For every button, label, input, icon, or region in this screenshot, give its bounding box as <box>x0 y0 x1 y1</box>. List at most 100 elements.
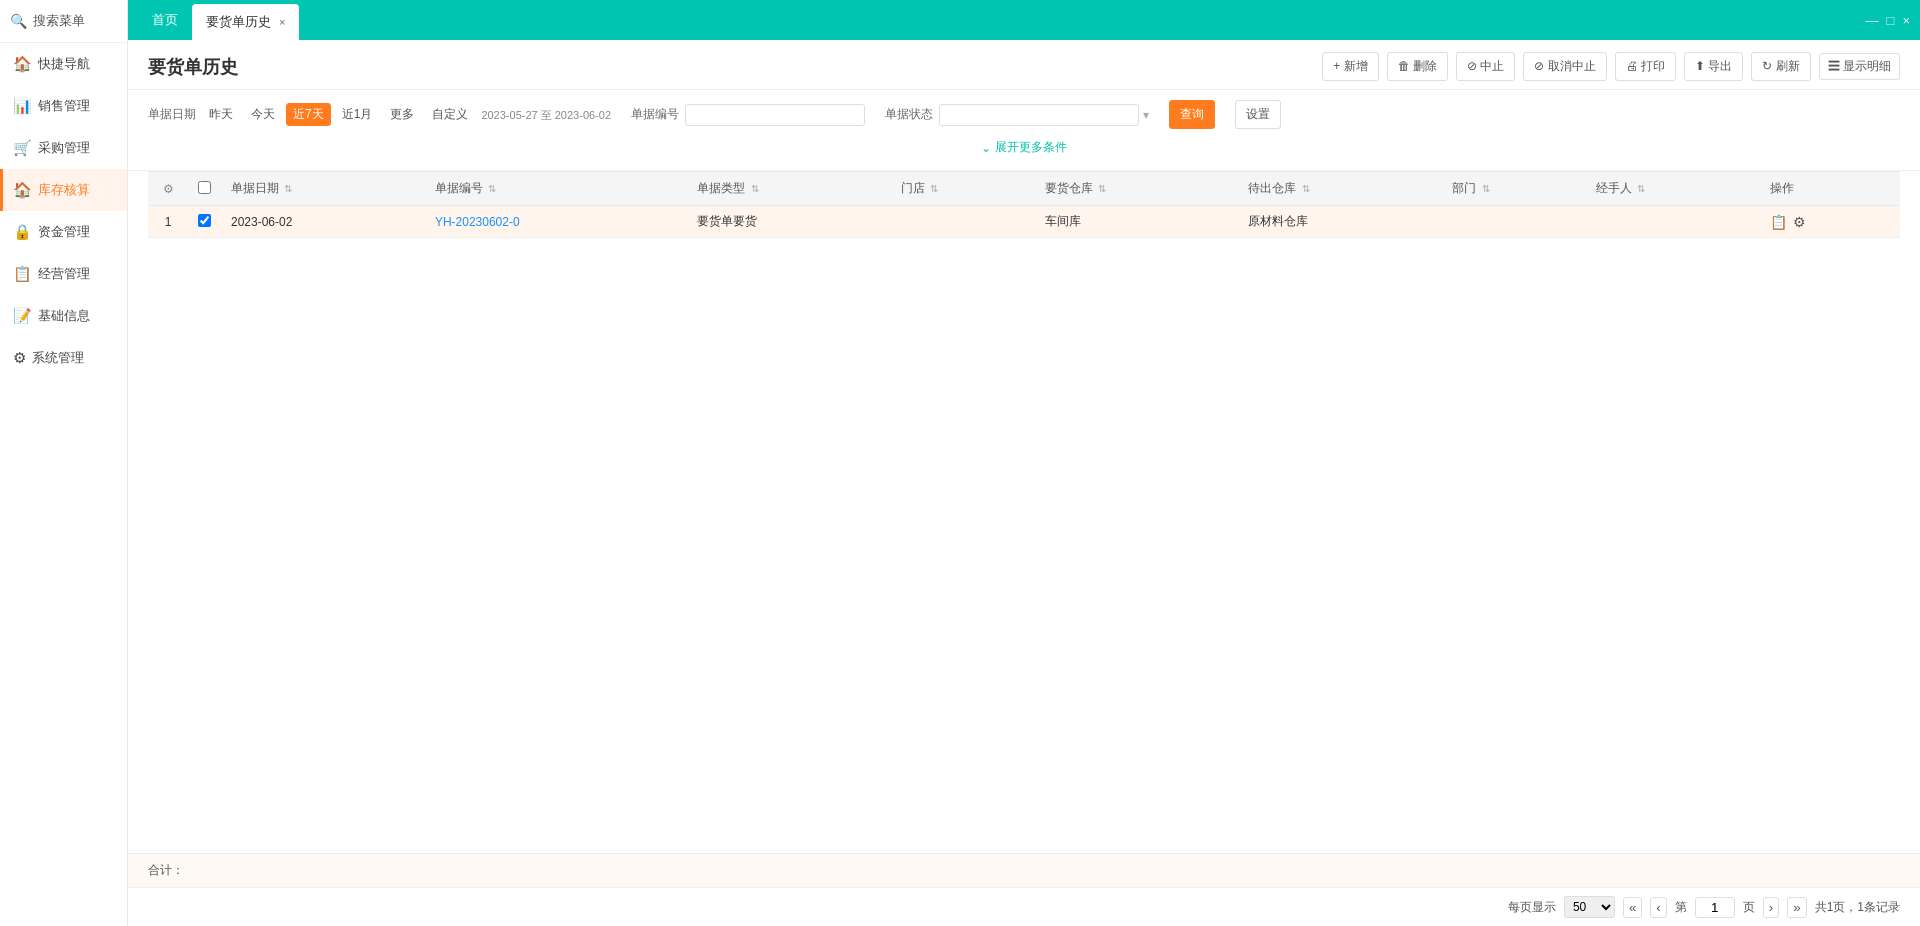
data-table: ⚙ 单据日期 ⇅ 单据编号 ⇅ <box>148 171 1900 238</box>
minimize-button[interactable]: — <box>1866 13 1879 28</box>
sidebar-item-inventory[interactable]: 🏠 库存核算 <box>0 169 127 211</box>
sidebar-item-label: 资金管理 <box>38 223 90 241</box>
purchase-icon: 🛒 <box>13 139 32 157</box>
row-department <box>1442 206 1586 238</box>
col-checkbox <box>188 172 221 206</box>
page-label: 第 <box>1675 899 1687 916</box>
finance-icon: 🔒 <box>13 223 32 241</box>
filter-area: 单据日期 昨天 今天 近7天 近1月 更多 自定义 2023-05-27 至 2… <box>128 90 1920 171</box>
print-button[interactable]: 🖨 打印 <box>1615 52 1676 81</box>
sidebar-item-quick-nav[interactable]: 🏠 快捷导航 <box>0 43 127 85</box>
date-btn-today[interactable]: 今天 <box>244 103 282 126</box>
tab-active-label: 要货单历史 <box>206 13 271 31</box>
date-btn-more[interactable]: 更多 <box>383 103 421 126</box>
row-order-no: YH-20230602-0 <box>425 206 687 238</box>
tab-home-label: 首页 <box>152 11 178 29</box>
total-label: 合计： <box>148 862 184 879</box>
col-store[interactable]: 门店 ⇅ <box>891 172 1035 206</box>
col-handler[interactable]: 经手人 ⇅ <box>1586 172 1760 206</box>
settings-button[interactable]: 设置 <box>1235 100 1281 129</box>
total-info: 共1页，1条记录 <box>1815 899 1900 916</box>
date-btn-last7days[interactable]: 近7天 <box>286 103 331 126</box>
date-label: 单据日期 <box>148 106 196 123</box>
page-size-select[interactable]: 50 10 20 100 <box>1564 896 1615 918</box>
cancel-suspend-button[interactable]: ⊘ 取消中止 <box>1523 52 1606 81</box>
sidebar-item-label: 销售管理 <box>38 97 90 115</box>
row-operation-cell: 📋 ⚙ <box>1760 206 1900 238</box>
filter-row-1: 单据日期 昨天 今天 近7天 近1月 更多 自定义 2023-05-27 至 2… <box>148 100 1900 129</box>
suspend-button[interactable]: ⊘ 中止 <box>1456 52 1515 81</box>
date-btn-yesterday[interactable]: 昨天 <box>202 103 240 126</box>
page-suffix: 页 <box>1743 899 1755 916</box>
col-department-label: 部门 <box>1452 181 1476 195</box>
col-req-warehouse[interactable]: 要货仓库 ⇅ <box>1035 172 1239 206</box>
expand-more-btn[interactable]: ⌄ 展开更多条件 <box>148 135 1900 160</box>
row-date: 2023-06-02 <box>221 206 425 238</box>
prev-page-button[interactable]: ‹ <box>1650 897 1666 918</box>
refresh-button[interactable]: ↻ 刷新 <box>1751 52 1810 81</box>
next-page-button[interactable]: › <box>1763 897 1779 918</box>
sidebar-item-operation[interactable]: 📋 经营管理 <box>0 253 127 295</box>
page-number-input[interactable] <box>1695 897 1735 918</box>
expand-label: 展开更多条件 <box>995 139 1067 156</box>
row-detail-icon[interactable]: ⚙ <box>1793 214 1806 230</box>
maximize-button[interactable]: □ <box>1887 13 1895 28</box>
select-all-checkbox[interactable] <box>198 181 211 194</box>
sales-icon: 📊 <box>13 97 32 115</box>
window-close-button[interactable]: × <box>1902 13 1910 28</box>
export-button[interactable]: ⬆ 导出 <box>1684 52 1743 81</box>
sidebar-search[interactable]: 🔍 搜索菜单 <box>0 0 127 43</box>
page-header: 要货单历史 + 新增 🗑 删除 ⊘ 中止 ⊘ 取消中止 🖨 打印 ⬆ 导出 ↻ … <box>128 40 1920 90</box>
status-select[interactable] <box>939 104 1139 126</box>
add-button[interactable]: + 新增 <box>1322 52 1378 81</box>
col-order-type[interactable]: 单据类型 ⇅ <box>687 172 891 206</box>
status-label: 单据状态 <box>885 106 933 123</box>
status-dropdown-icon[interactable]: ▾ <box>1143 108 1149 122</box>
inventory-icon: 🏠 <box>13 181 32 199</box>
delete-button[interactable]: 🗑 删除 <box>1387 52 1448 81</box>
display-detail-button[interactable]: ☰ 显示明细 <box>1819 53 1900 80</box>
order-no-label: 单据编号 <box>631 106 679 123</box>
col-operation-label: 操作 <box>1770 181 1794 195</box>
first-page-button[interactable]: « <box>1623 897 1642 918</box>
row-pending-warehouse: 原材料仓库 <box>1238 206 1442 238</box>
page-size-label: 每页显示 <box>1508 899 1556 916</box>
sidebar-item-system[interactable]: ⚙ 系统管理 <box>0 337 127 379</box>
sort-order-no-icon: ⇅ <box>488 183 496 194</box>
date-btn-last1month[interactable]: 近1月 <box>335 103 380 126</box>
col-pending-warehouse[interactable]: 待出仓库 ⇅ <box>1238 172 1442 206</box>
col-date[interactable]: 单据日期 ⇅ <box>221 172 425 206</box>
sidebar-item-label: 快捷导航 <box>38 55 90 73</box>
row-num: 1 <box>148 206 188 238</box>
sidebar-item-label: 库存核算 <box>38 181 90 199</box>
col-order-no[interactable]: 单据编号 ⇅ <box>425 172 687 206</box>
system-icon: ⚙ <box>13 349 26 367</box>
sidebar-item-basic-info[interactable]: 📝 基础信息 <box>0 295 127 337</box>
col-handler-label: 经手人 <box>1596 181 1632 195</box>
row-edit-icon[interactable]: 📋 <box>1770 214 1787 230</box>
row-checkbox-cell <box>188 206 221 238</box>
topbar: 首页 要货单历史 × — □ × <box>128 0 1920 40</box>
table-wrapper: ⚙ 单据日期 ⇅ 单据编号 ⇅ <box>128 171 1920 853</box>
status-filter: 单据状态 ▾ <box>885 104 1149 126</box>
row-action-icons: 📋 ⚙ <box>1770 214 1890 230</box>
col-department[interactable]: 部门 ⇅ <box>1442 172 1586 206</box>
sidebar-item-finance[interactable]: 🔒 资金管理 <box>0 211 127 253</box>
last-page-button[interactable]: » <box>1787 897 1806 918</box>
row-order-no-link[interactable]: YH-20230602-0 <box>435 215 520 229</box>
sort-pending-warehouse-icon: ⇅ <box>1302 183 1310 194</box>
row-checkbox[interactable] <box>198 214 211 227</box>
date-range-text: 2023-05-27 至 2023-06-02 <box>481 108 611 123</box>
col-order-no-label: 单据编号 <box>435 181 483 195</box>
sort-store-icon: ⇅ <box>930 183 938 194</box>
tab-close-icon[interactable]: × <box>279 16 285 28</box>
tab-home[interactable]: 首页 <box>138 0 192 40</box>
tab-active[interactable]: 要货单历史 × <box>192 4 299 40</box>
table-row[interactable]: 1 2023-06-02 YH-20230602-0 要货单要货 车间库 原材料… <box>148 206 1900 238</box>
order-no-input[interactable] <box>685 104 865 126</box>
date-btn-custom[interactable]: 自定义 <box>425 103 475 126</box>
sidebar-item-sales[interactable]: 📊 销售管理 <box>0 85 127 127</box>
sidebar-item-purchase[interactable]: 🛒 采购管理 <box>0 127 127 169</box>
query-button[interactable]: 查询 <box>1169 100 1215 129</box>
table-settings-icon[interactable]: ⚙ <box>163 182 174 196</box>
